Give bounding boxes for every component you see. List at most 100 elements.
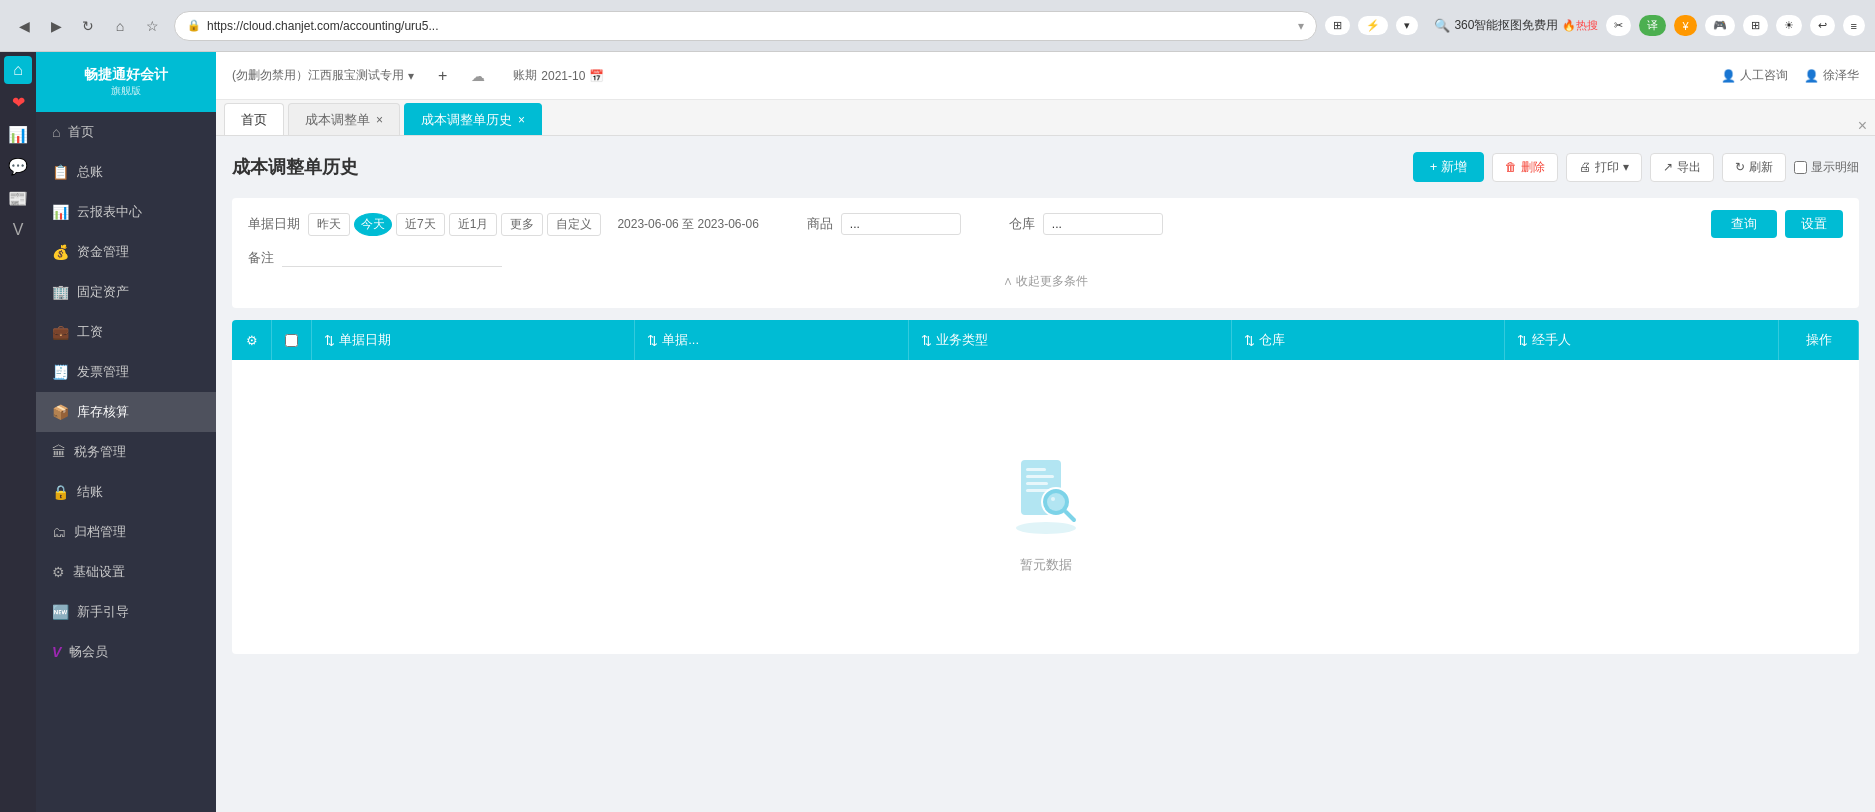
rail-icon-1[interactable]: ❤	[4, 88, 32, 116]
today-btn[interactable]: 今天	[354, 213, 392, 236]
th-warehouse[interactable]: ⇅ 仓库	[1232, 320, 1506, 360]
rail-icon-4[interactable]: 📰	[4, 184, 32, 212]
sidebar-item-ledger[interactable]: 📋 总账	[36, 152, 216, 192]
undo-tool[interactable]: ↩	[1810, 15, 1835, 36]
print-button[interactable]: 🖨 打印 ▾	[1566, 153, 1642, 182]
warehouse-select[interactable]: ...	[1043, 213, 1163, 235]
warehouse-filter-label: 仓库	[1009, 215, 1035, 233]
grid-button[interactable]: ⊞	[1325, 16, 1350, 35]
close-window-button[interactable]: ×	[1858, 117, 1867, 135]
goods-filter-item: 商品 ...	[807, 213, 961, 235]
last-month-btn[interactable]: 近1月	[449, 213, 498, 236]
company-selector[interactable]: (勿删勿禁用）江西服宝测试专用 ▾	[232, 67, 414, 84]
sidebar-label-close: 结账	[77, 483, 103, 501]
tab-cost-adj-close[interactable]: ×	[376, 113, 383, 127]
table-header: ⚙ ⇅ 单据日期 ⇅ 单据... ⇅ 业务类型	[232, 320, 1859, 360]
show-detail-option[interactable]: 显示明细	[1794, 159, 1859, 176]
th-settings[interactable]: ⚙	[232, 320, 272, 360]
tab-bar: 首页 成本调整单 × 成本调整单历史 × ×	[216, 100, 1875, 136]
sidebar-item-guide[interactable]: 🆕 新手引导	[36, 592, 216, 632]
game-tool[interactable]: 🎮	[1705, 15, 1735, 36]
wallet-tool[interactable]: ¥	[1674, 15, 1696, 36]
user-button[interactable]: 👤 徐泽华	[1804, 67, 1859, 84]
sidebar-item-close[interactable]: 🔒 结账	[36, 472, 216, 512]
consult-button[interactable]: 👤 人工咨询	[1721, 67, 1788, 84]
forward-button[interactable]: ▶	[42, 12, 70, 40]
tab-cost-adj-history[interactable]: 成本调整单历史 ×	[404, 103, 542, 135]
last7-btn[interactable]: 近7天	[396, 213, 445, 236]
funds-icon: 💰	[52, 244, 69, 260]
add-tab-button[interactable]: +	[426, 62, 459, 90]
back-button[interactable]: ◀	[10, 12, 38, 40]
tab-cost-adj-history-close[interactable]: ×	[518, 113, 525, 127]
th-date-label: 单据日期	[339, 331, 391, 349]
nav-buttons: ◀ ▶ ↻ ⌂ ☆	[10, 12, 166, 40]
sidebar-item-home[interactable]: ⌂ 首页	[36, 112, 216, 152]
sidebar-item-member[interactable]: V 畅会员	[36, 632, 216, 672]
delete-label: 删除	[1521, 159, 1545, 176]
username-label: 徐泽华	[1823, 67, 1859, 84]
th-biz-type[interactable]: ⇅ 业务类型	[909, 320, 1232, 360]
sidebar-item-inventory[interactable]: 📦 库存核算	[36, 392, 216, 432]
new-button[interactable]: + 新增	[1413, 152, 1484, 182]
refresh-button[interactable]: ↻ 刷新	[1722, 153, 1786, 182]
th-doc-num[interactable]: ⇅ 单据...	[635, 320, 909, 360]
show-detail-checkbox[interactable]	[1794, 161, 1807, 174]
scissors-tool[interactable]: ✂	[1606, 15, 1631, 36]
sidebar-item-fixed[interactable]: 🏢 固定资产	[36, 272, 216, 312]
th-warehouse-label: 仓库	[1259, 331, 1285, 349]
rail-icon-5[interactable]: V	[4, 216, 32, 244]
goods-select[interactable]: ...	[841, 213, 961, 235]
filter-section: 单据日期 昨天 今天 近7天 近1月 更多 自定义 2023-06-06 至	[232, 198, 1859, 308]
svg-rect-3	[1026, 475, 1054, 478]
menu-tool[interactable]: ≡	[1843, 15, 1865, 36]
translate-tool[interactable]: 译	[1639, 15, 1666, 36]
search-text: 360智能抠图免费用	[1454, 17, 1558, 34]
brightness-tool[interactable]: ☀	[1776, 15, 1802, 36]
lightning-button[interactable]: ⚡	[1358, 16, 1388, 35]
more-btn[interactable]: 更多	[501, 213, 543, 236]
member-icon: V	[52, 644, 61, 660]
apps-tool[interactable]: ⊞	[1743, 15, 1768, 36]
sidebar-item-tax[interactable]: 🏛 税务管理	[36, 432, 216, 472]
expand-button[interactable]: ▾	[1396, 16, 1418, 35]
th-checkbox[interactable]	[272, 320, 312, 360]
th-operator[interactable]: ⇅ 经手人	[1505, 320, 1779, 360]
star-button[interactable]: ☆	[138, 12, 166, 40]
rail-icon-2[interactable]: 📊	[4, 120, 32, 148]
custom-btn[interactable]: 自定义	[547, 213, 601, 236]
lock-icon: 🔒	[187, 19, 201, 32]
tab-cost-adj-history-label: 成本调整单历史	[421, 111, 512, 129]
empty-state: 暂元数据	[232, 360, 1859, 654]
export-button[interactable]: ↗ 导出	[1650, 153, 1714, 182]
date-range: 2023-06-06 至 2023-06-06	[617, 216, 758, 233]
collapse-bar[interactable]: ∧ 收起更多条件	[248, 267, 1843, 296]
settings-filter-button[interactable]: 设置	[1785, 210, 1843, 238]
remark-input[interactable]	[282, 248, 502, 267]
select-all-checkbox[interactable]	[285, 334, 298, 347]
query-button[interactable]: 查询	[1711, 210, 1777, 238]
top-bar: (勿删勿禁用）江西服宝测试专用 ▾ + ☁ 账期 2021-10 📅 👤 人工咨…	[216, 52, 1875, 100]
sidebar-item-archive[interactable]: 🗂 归档管理	[36, 512, 216, 552]
sidebar-item-invoice[interactable]: 🧾 发票管理	[36, 352, 216, 392]
tab-cost-adj[interactable]: 成本调整单 ×	[288, 103, 400, 135]
url-text: https://cloud.chanjet.com/accounting/uru…	[207, 19, 438, 33]
rail-home[interactable]: ⌂	[4, 56, 32, 84]
refresh-button[interactable]: ↻	[74, 12, 102, 40]
sidebar-item-funds[interactable]: 💰 资金管理	[36, 232, 216, 272]
sidebar-label-fixed: 固定资产	[77, 283, 129, 301]
rail-icon-3[interactable]: 💬	[4, 152, 32, 180]
archive-icon: 🗂	[52, 524, 66, 540]
sidebar-item-settings[interactable]: ⚙ 基础设置	[36, 552, 216, 592]
home-button[interactable]: ⌂	[106, 12, 134, 40]
address-bar[interactable]: 🔒 https://cloud.chanjet.com/accounting/u…	[174, 11, 1317, 41]
refresh-icon: ↻	[1735, 160, 1745, 174]
th-date[interactable]: ⇅ 单据日期	[312, 320, 635, 360]
sidebar-item-salary[interactable]: 💼 工资	[36, 312, 216, 352]
delete-button[interactable]: 🗑 删除	[1492, 153, 1558, 182]
sidebar-item-reports[interactable]: 📊 云报表中心	[36, 192, 216, 232]
tax-icon: 🏛	[52, 444, 66, 460]
tab-home[interactable]: 首页	[224, 103, 284, 135]
search-bar[interactable]: 🔍 360智能抠图免费用 🔥热搜	[1434, 17, 1598, 34]
yesterday-btn[interactable]: 昨天	[308, 213, 350, 236]
